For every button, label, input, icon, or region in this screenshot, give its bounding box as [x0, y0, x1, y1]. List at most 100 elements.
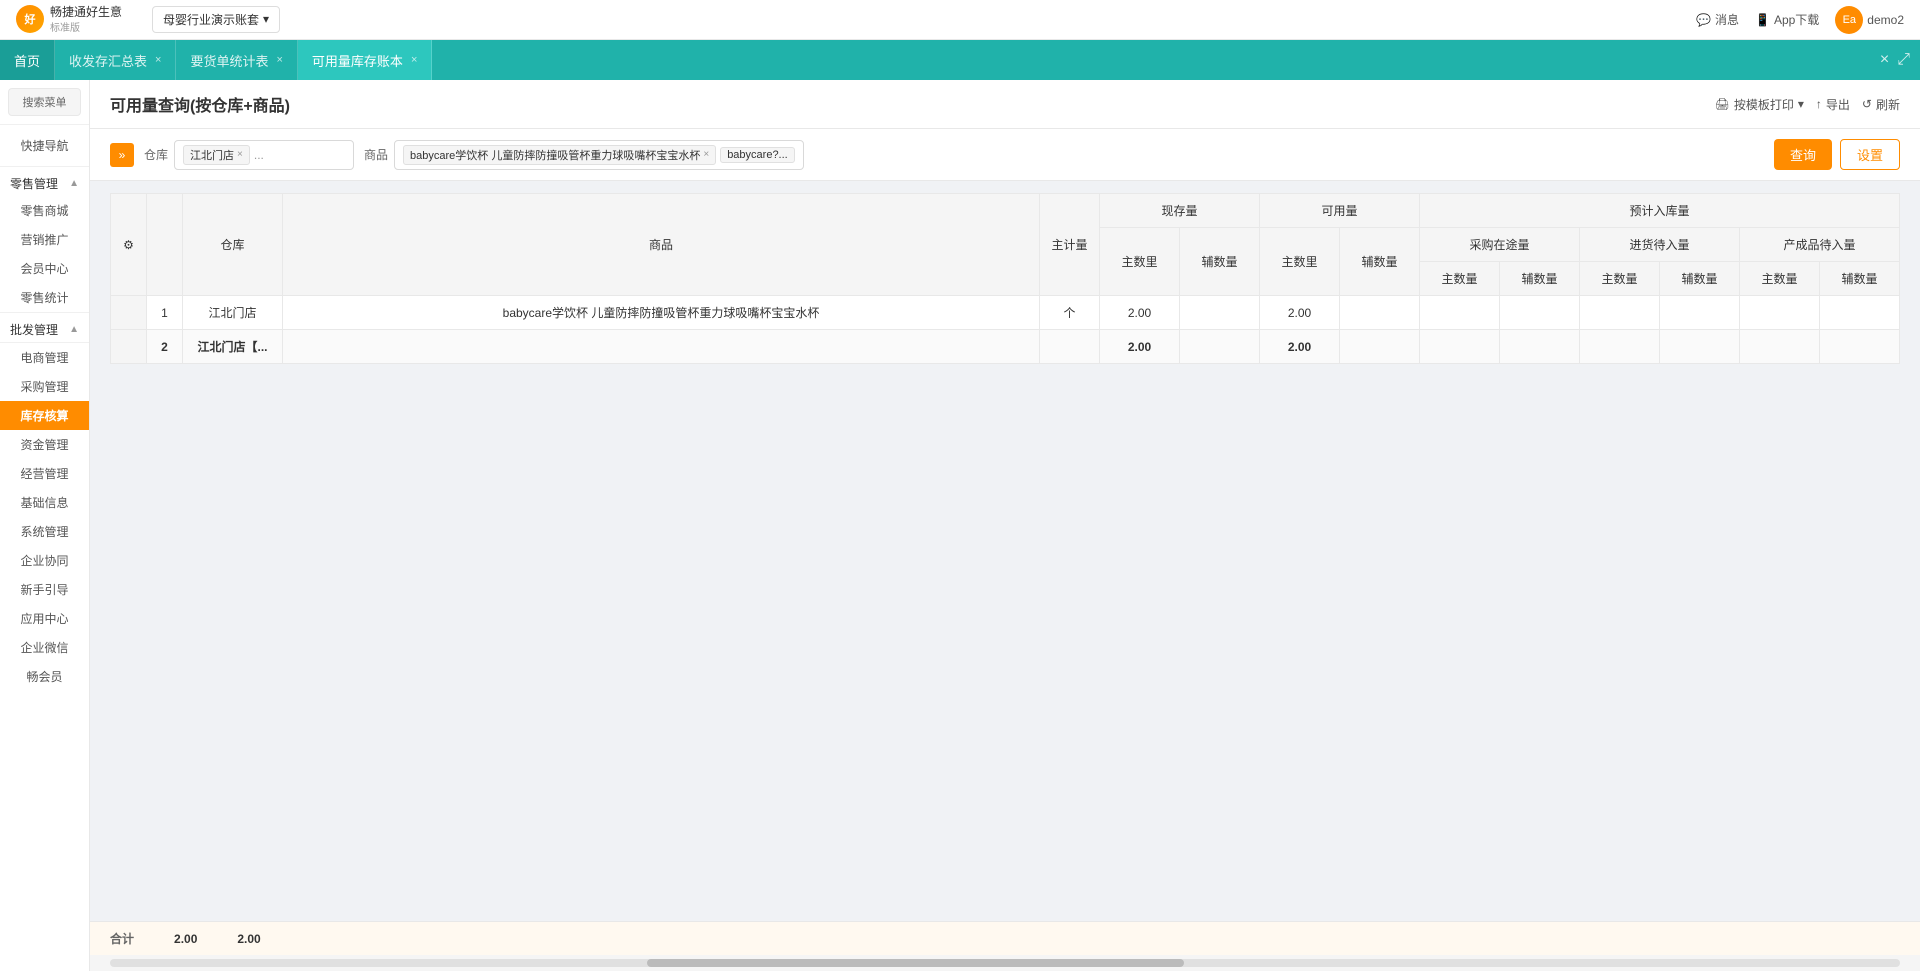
sidebar-item-inventory[interactable]: 库存核算: [0, 401, 89, 430]
tabbar: 首页 收发存汇总表 × 要货单统计表 × 可用量库存账本 × × ⤢: [0, 40, 1920, 80]
col-avail-aux-header: 辅数量: [1340, 228, 1420, 296]
search-menu-button[interactable]: 搜索菜单: [8, 88, 81, 116]
col-incoming-header: 进货待入量: [1580, 228, 1740, 262]
row2-purchase-transit-aux: [1500, 330, 1580, 364]
filter-product-label: 商品: [364, 146, 388, 163]
row1-stock-main: 2.00: [1100, 296, 1180, 330]
table-row: 1 江北门店 babycare学饮杯 儿童防摔防撞吸管杯重力球吸嘴杯宝宝水杯 个…: [111, 296, 1900, 330]
col-avail-main-header: 主数里: [1260, 228, 1340, 296]
sidebar-item-basic-info[interactable]: 基础信息: [0, 488, 89, 517]
filter-warehouse-tag: 江北门店 ×: [183, 145, 250, 165]
tab-home-label: 首页: [14, 51, 40, 70]
filter-warehouse-ellipsis[interactable]: ...: [254, 148, 264, 162]
col-stock-main-header: 主数里: [1100, 228, 1180, 296]
row2-stock-main: 2.00: [1100, 330, 1180, 364]
row2-avail-aux: [1340, 330, 1420, 364]
tab-order-stat-label: 要货单统计表: [190, 51, 268, 70]
row2-stock-aux: [1180, 330, 1260, 364]
sidebar-item-member-center[interactable]: 会员中心: [0, 254, 89, 283]
industry-select[interactable]: 母婴行业演示账套 ▾: [152, 6, 280, 33]
col-product-header: 商品: [283, 194, 1040, 296]
tab-order-stat[interactable]: 要货单统计表 ×: [176, 40, 297, 80]
row1-incoming-main: [1580, 296, 1660, 330]
query-button[interactable]: 查询: [1774, 139, 1832, 170]
row2-product-incoming-aux: [1820, 330, 1900, 364]
filter-product-tag1-remove[interactable]: ×: [703, 149, 709, 160]
sidebar-item-vip-member[interactable]: 畅会员: [0, 662, 89, 691]
main-layout: 搜索菜单 快捷导航 零售管理 ▲ 零售商城 营销推广 会员中心 零售统计 批发管…: [0, 80, 1920, 971]
filter-warehouse-group: 仓库 江北门店 × ...: [144, 140, 354, 170]
row2-incoming-aux: [1660, 330, 1740, 364]
col-settings-header[interactable]: ⚙: [111, 194, 147, 296]
sidebar-item-app-center[interactable]: 应用中心: [0, 604, 89, 633]
chevron-down-icon2: ▾: [1798, 97, 1804, 111]
sidebar-item-finance[interactable]: 资金管理: [0, 430, 89, 459]
filter-toggle-button[interactable]: »: [110, 143, 134, 167]
refresh-icon: ↺: [1862, 97, 1872, 111]
tab-restore-button[interactable]: ⤢: [1897, 51, 1910, 69]
col-product-incoming-main-header: 主数量: [1740, 262, 1820, 296]
logo-icon: 好: [16, 5, 44, 33]
logo-line1: 畅捷通好生意: [50, 5, 122, 19]
message-button[interactable]: 💬 消息: [1696, 11, 1739, 28]
app-download-button[interactable]: 📱 App下载: [1755, 11, 1819, 28]
table-row: 2 江北门店【... 2.00 2.00: [111, 330, 1900, 364]
print-button[interactable]: 🖨 按模板打印 ▾: [1715, 96, 1804, 113]
user-profile[interactable]: Ea demo2: [1835, 6, 1904, 34]
filter-bar: » 仓库 江北门店 × ... 商品 babycare学饮杯 儿童防摔防撞吸管杯…: [90, 129, 1920, 181]
sidebar-item-purchase[interactable]: 采购管理: [0, 372, 89, 401]
sidebar-item-new-guide[interactable]: 新手引导: [0, 575, 89, 604]
sidebar-item-operation[interactable]: 经营管理: [0, 459, 89, 488]
tab-order-stat-close[interactable]: ×: [276, 54, 282, 66]
refresh-button[interactable]: ↺ 刷新: [1862, 96, 1900, 113]
filter-product-tag1: babycare学饮杯 儿童防摔防撞吸管杯重力球吸嘴杯宝宝水杯 ×: [403, 145, 716, 165]
logo: 好 畅捷通好生意 标准版: [16, 5, 122, 34]
page-actions: 🖨 按模板打印 ▾ ↑ 导出 ↺ 刷新: [1715, 96, 1900, 113]
tab-close-all-button[interactable]: ×: [1880, 51, 1889, 69]
footer-total-label: 合计: [110, 930, 134, 947]
chevron-down-icon: ▾: [263, 12, 269, 26]
row2-avail-main: 2.00: [1260, 330, 1340, 364]
sidebar-section-retail-header[interactable]: 零售管理 ▲: [0, 167, 89, 196]
setting-button[interactable]: 设置: [1840, 139, 1900, 170]
filter-warehouse-input[interactable]: 江北门店 × ...: [174, 140, 354, 170]
filter-actions: 查询 设置: [1774, 139, 1900, 170]
sidebar-item-sys-mgmt[interactable]: 系统管理: [0, 517, 89, 546]
sidebar-item-enterprise-wx[interactable]: 企业微信: [0, 633, 89, 662]
table-container: ⚙ 仓库 商品 主计量 现存量 可用量 预计入库量 主数里 辅数量 主数里 辅数…: [90, 181, 1920, 921]
export-icon: ↑: [1816, 97, 1822, 111]
sidebar-item-retail-stat[interactable]: 零售统计: [0, 283, 89, 312]
data-table: ⚙ 仓库 商品 主计量 现存量 可用量 预计入库量 主数里 辅数量 主数里 辅数…: [110, 193, 1900, 364]
scrollbar-thumb[interactable]: [647, 959, 1184, 967]
sidebar-item-enterprise[interactable]: 企业协同: [0, 546, 89, 575]
col-incoming-main-header: 主数量: [1580, 262, 1660, 296]
sidebar-section-wholesale-header[interactable]: 批发管理 ▲: [0, 313, 89, 342]
filter-warehouse-remove[interactable]: ×: [237, 149, 243, 160]
row1-settings: [111, 296, 147, 330]
col-product-incoming-header: 产成品待入量: [1740, 228, 1900, 262]
tab-home[interactable]: 首页: [0, 40, 55, 80]
sidebar-nav: 快捷导航: [0, 125, 89, 167]
sidebar-item-quick-nav[interactable]: 快捷导航: [0, 131, 89, 160]
filter-product-input[interactable]: babycare学饮杯 儿童防摔防撞吸管杯重力球吸嘴杯宝宝水杯 × babyca…: [394, 140, 804, 170]
tab-available-stock[interactable]: 可用量库存账本 ×: [298, 40, 432, 80]
tab-available-stock-close[interactable]: ×: [411, 54, 417, 66]
row2-product: [283, 330, 1040, 364]
sidebar-item-ecommerce[interactable]: 电商管理: [0, 343, 89, 372]
export-button[interactable]: ↑ 导出: [1816, 96, 1850, 113]
username: demo2: [1867, 13, 1904, 27]
sidebar-section-retail: 零售管理 ▲ 零售商城 营销推广 会员中心 零售统计: [0, 167, 89, 313]
horizontal-scrollbar[interactable]: [90, 955, 1920, 971]
row1-num: 1: [147, 296, 183, 330]
tabbar-actions: × ⤢: [1880, 40, 1920, 80]
sidebar-section-wholesale-label: 批发管理: [10, 321, 58, 338]
sidebar: 搜索菜单 快捷导航 零售管理 ▲ 零售商城 营销推广 会员中心 零售统计 批发管…: [0, 80, 90, 971]
filter-product-group: 商品 babycare学饮杯 儿童防摔防撞吸管杯重力球吸嘴杯宝宝水杯 × bab…: [364, 140, 804, 170]
industry-label: 母婴行业演示账套: [163, 11, 259, 28]
tab-receivable[interactable]: 收发存汇总表 ×: [55, 40, 176, 80]
sidebar-item-retail-mall[interactable]: 零售商城: [0, 196, 89, 225]
row1-incoming-aux: [1660, 296, 1740, 330]
tab-receivable-close[interactable]: ×: [155, 54, 161, 66]
sidebar-item-retail-promo[interactable]: 营销推广: [0, 225, 89, 254]
row1-product-incoming-aux: [1820, 296, 1900, 330]
